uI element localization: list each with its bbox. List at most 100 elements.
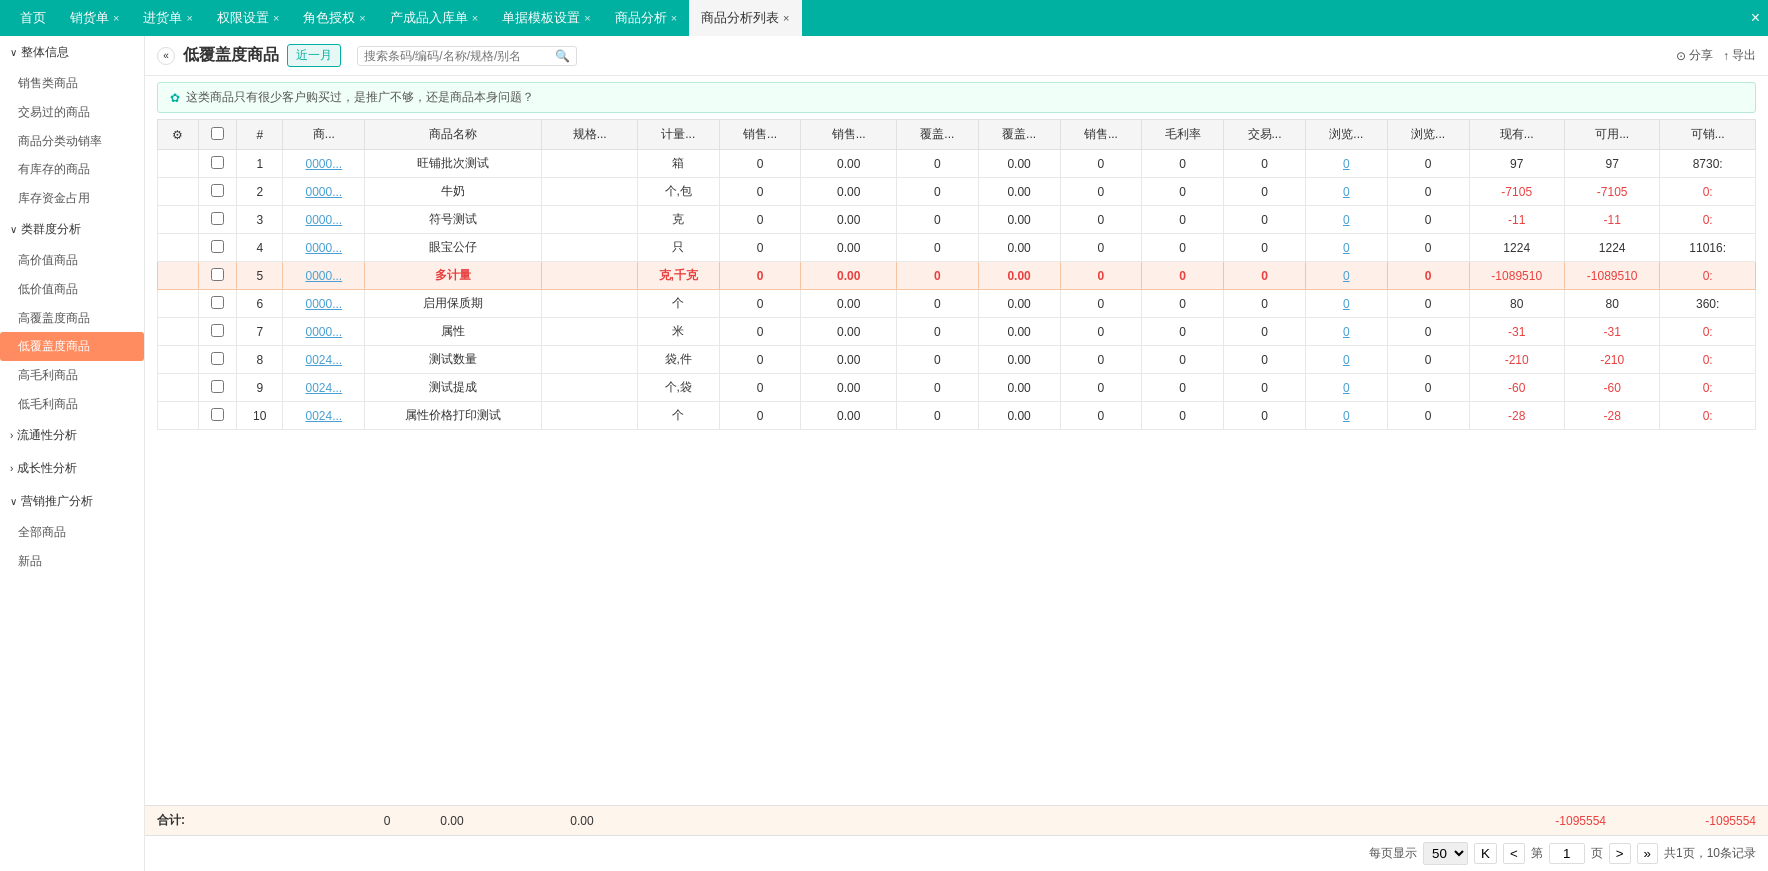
- row-sellable: 8730:: [1660, 150, 1756, 178]
- nav-permissions[interactable]: 权限设置 ×: [205, 0, 291, 36]
- nav-roles[interactable]: 角色授权 ×: [291, 0, 377, 36]
- row-view1-link[interactable]: 0: [1343, 157, 1350, 171]
- row-checkbox[interactable]: [211, 212, 224, 225]
- page-last-button[interactable]: »: [1637, 843, 1658, 864]
- row-code: 0000...: [283, 262, 365, 290]
- nav-close-sales[interactable]: ×: [113, 12, 119, 24]
- row-checkbox[interactable]: [211, 156, 224, 169]
- sidebar-item-traded-goods[interactable]: 交易过的商品: [0, 98, 144, 127]
- row-sales-amount: 0.00: [801, 374, 896, 402]
- nav-close-templates[interactable]: ×: [584, 12, 590, 24]
- sidebar-collapse-button[interactable]: «: [157, 47, 175, 65]
- per-page-label: 每页显示: [1369, 845, 1417, 862]
- row-spec: [542, 318, 637, 346]
- row-view1-link[interactable]: 0: [1343, 325, 1350, 339]
- row-sales3: 0: [1060, 206, 1142, 234]
- sidebar-item-low-coverage[interactable]: 低覆盖度商品: [0, 332, 144, 361]
- row-gear: [158, 402, 199, 430]
- row-trade: 0: [1224, 290, 1306, 318]
- row-checkbox[interactable]: [211, 324, 224, 337]
- row-cover1: 0: [896, 234, 978, 262]
- row-gear: [158, 374, 199, 402]
- sidebar-item-sales-goods[interactable]: 销售类商品: [0, 69, 144, 98]
- row-sales-count: 0: [719, 402, 801, 430]
- share-button[interactable]: ⊙ 分享: [1676, 47, 1713, 64]
- row-sales3: 0: [1060, 374, 1142, 402]
- sidebar-item-high-coverage[interactable]: 高覆盖度商品: [0, 304, 144, 333]
- row-cover2: 0.00: [978, 318, 1060, 346]
- page-input[interactable]: [1549, 843, 1585, 864]
- page-next-button[interactable]: >: [1609, 843, 1631, 864]
- nav-purchase[interactable]: 进货单 ×: [131, 0, 204, 36]
- col-checkbox[interactable]: [198, 120, 236, 150]
- nav-sales[interactable]: 销货单 ×: [58, 0, 131, 36]
- nav-close-roles[interactable]: ×: [359, 12, 365, 24]
- table-row: 10000...旺铺批次测试箱00.0000.000000097978730:: [158, 150, 1756, 178]
- sidebar-item-high-margin[interactable]: 高毛利商品: [0, 361, 144, 390]
- sidebar-section-cluster[interactable]: ∨ 类群度分析: [0, 213, 144, 246]
- nav-templates[interactable]: 单据模板设置 ×: [490, 0, 602, 36]
- row-checkbox[interactable]: [211, 380, 224, 393]
- sidebar-item-has-stock[interactable]: 有库存的商品: [0, 155, 144, 184]
- row-gear: [158, 346, 199, 374]
- nav-analysis-list[interactable]: 商品分析列表 ×: [689, 0, 801, 36]
- search-input[interactable]: [364, 49, 555, 63]
- row-gear: [158, 318, 199, 346]
- filter-button[interactable]: 近一月: [287, 44, 341, 67]
- sidebar-section-liquidity[interactable]: › 流通性分析: [0, 419, 144, 452]
- row-view1-link[interactable]: 0: [1343, 297, 1350, 311]
- row-checkbox[interactable]: [211, 408, 224, 421]
- row-available: -11: [1564, 206, 1659, 234]
- row-view2: 0: [1387, 234, 1469, 262]
- per-page-select[interactable]: 50: [1423, 842, 1468, 865]
- nav-home[interactable]: 首页: [8, 0, 58, 36]
- export-button[interactable]: ↑ 导出: [1723, 47, 1756, 64]
- row-unit: 克,千克: [637, 262, 719, 290]
- window-close-icon[interactable]: ×: [1751, 9, 1760, 27]
- row-stock: -1089510: [1469, 262, 1564, 290]
- row-checkbox[interactable]: [211, 240, 224, 253]
- select-all-checkbox[interactable]: [211, 127, 224, 140]
- table-row: 100024...属性价格打印测试个00.0000.0000000-28-280…: [158, 402, 1756, 430]
- sidebar-item-all-goods[interactable]: 全部商品: [0, 518, 144, 547]
- row-view1-link[interactable]: 0: [1343, 269, 1350, 283]
- page-first-button[interactable]: K: [1474, 843, 1497, 864]
- col-gear[interactable]: ⚙: [158, 120, 199, 150]
- sidebar-item-low-value[interactable]: 低价值商品: [0, 275, 144, 304]
- row-view1-link[interactable]: 0: [1343, 241, 1350, 255]
- nav-products[interactable]: 产成品入库单 ×: [378, 0, 490, 36]
- row-view2: 0: [1387, 150, 1469, 178]
- nav-product-analysis[interactable]: 商品分析 ×: [603, 0, 689, 36]
- row-checkbox[interactable]: [211, 296, 224, 309]
- sidebar-section-growth[interactable]: › 成长性分析: [0, 452, 144, 485]
- row-view1-link[interactable]: 0: [1343, 213, 1350, 227]
- row-checkbox[interactable]: [211, 184, 224, 197]
- nav-close-products[interactable]: ×: [472, 12, 478, 24]
- row-spec: [542, 402, 637, 430]
- row-view1-link[interactable]: 0: [1343, 381, 1350, 395]
- row-checkbox[interactable]: [211, 352, 224, 365]
- sidebar-item-low-margin[interactable]: 低毛利商品: [0, 390, 144, 419]
- nav-close-permissions[interactable]: ×: [273, 12, 279, 24]
- row-view1-link[interactable]: 0: [1343, 409, 1350, 423]
- row-checkbox[interactable]: [211, 268, 224, 281]
- row-view1-link[interactable]: 0: [1343, 185, 1350, 199]
- nav-close-purchase[interactable]: ×: [186, 12, 192, 24]
- sidebar-item-category-rate[interactable]: 商品分类动销率: [0, 127, 144, 156]
- search-icon[interactable]: 🔍: [555, 49, 570, 63]
- sidebar-item-new-goods[interactable]: 新品: [0, 547, 144, 576]
- row-num: 3: [237, 206, 283, 234]
- row-view1-link[interactable]: 0: [1343, 353, 1350, 367]
- sidebar-item-stock-capital[interactable]: 库存资金占用: [0, 184, 144, 213]
- search-box[interactable]: 🔍: [357, 46, 577, 66]
- nav-close-analysis[interactable]: ×: [671, 12, 677, 24]
- sidebar-item-high-value[interactable]: 高价值商品: [0, 246, 144, 275]
- collapse-arrow-growth: ›: [10, 463, 13, 474]
- sidebar-section-overall[interactable]: ∨ 整体信息: [0, 36, 144, 69]
- page-prev-button[interactable]: <: [1503, 843, 1525, 864]
- row-trade: 0: [1224, 206, 1306, 234]
- sidebar-section-marketing[interactable]: ∨ 营销推广分析: [0, 485, 144, 518]
- row-sellable: 0:: [1660, 206, 1756, 234]
- nav-close-analysis-list[interactable]: ×: [783, 12, 789, 24]
- row-sales-count: 0: [719, 318, 801, 346]
